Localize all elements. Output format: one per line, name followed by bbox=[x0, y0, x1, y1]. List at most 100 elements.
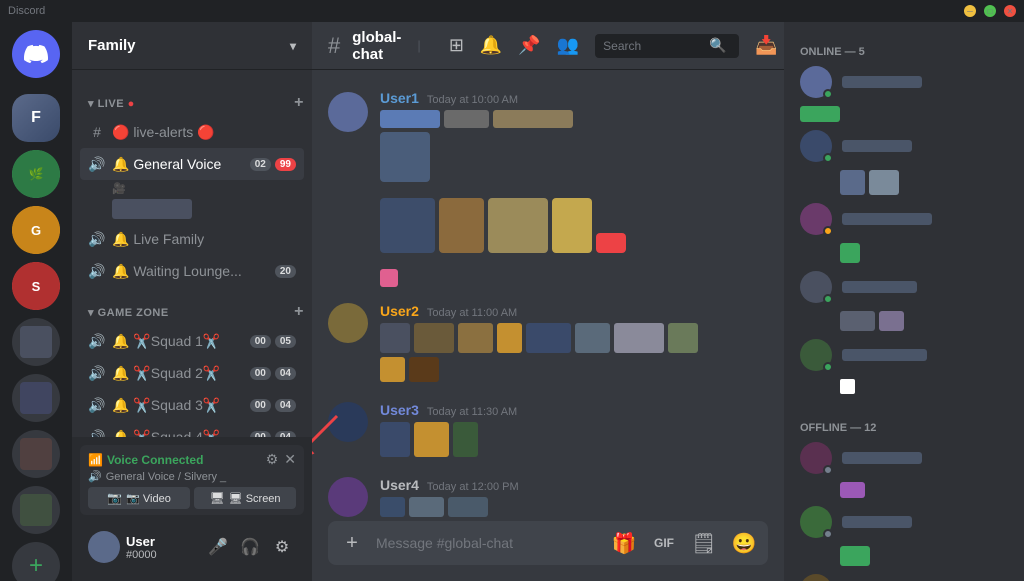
channel-waiting-lounge[interactable]: 🔊 🔔 Waiting Lounge... 20 bbox=[80, 255, 304, 287]
server-6[interactable] bbox=[12, 374, 60, 422]
sticker-icon[interactable]: 🗒 bbox=[688, 527, 720, 559]
gift-icon[interactable]: 🎁 bbox=[608, 527, 640, 559]
member-avatar bbox=[800, 66, 832, 98]
add-server-button[interactable]: + bbox=[12, 542, 60, 581]
search-input[interactable] bbox=[603, 39, 703, 53]
threads-icon[interactable]: ⊞ bbox=[449, 35, 464, 56]
speaker-icon: 🔊 bbox=[88, 263, 106, 280]
member-item[interactable] bbox=[792, 438, 1016, 478]
member-item[interactable] bbox=[792, 199, 1016, 239]
channel-squad1[interactable]: 🔊 🔔 ✂️Squad 1✂️ 00 05 bbox=[80, 325, 304, 357]
server-list: F 🌿 G S + bbox=[0, 22, 72, 581]
notifications-icon[interactable]: 🔔 bbox=[480, 35, 502, 56]
category-live[interactable]: ▾ LIVE ● + bbox=[72, 78, 312, 116]
color-block bbox=[409, 497, 444, 517]
voice-panel: 📶 Voice Connected ⚙ ✕ 🔊 General Voice / … bbox=[72, 437, 312, 581]
server-8[interactable] bbox=[12, 486, 60, 534]
user-panel: User #0000 🎤 🎧 ⚙ bbox=[80, 521, 304, 573]
avatar-spacer bbox=[328, 198, 368, 253]
titlebar: Discord ─ □ ✕ bbox=[0, 0, 1024, 22]
small-blocks bbox=[380, 422, 517, 457]
member-avatar bbox=[800, 339, 832, 371]
channel-squad3[interactable]: 🔊 🔔 ✂️Squad 3✂️ 00 04 bbox=[80, 389, 304, 421]
status-dot bbox=[823, 362, 833, 372]
message-header: User4 Today at 12:00 PM bbox=[380, 477, 519, 493]
channel-squad4[interactable]: 🔊 🔔 ✂️Squad 4✂️ 00 04 bbox=[80, 421, 304, 437]
add-content-button[interactable]: + bbox=[336, 527, 368, 559]
pin-icon[interactable]: 📌 bbox=[518, 35, 540, 56]
avatar-strip bbox=[112, 199, 192, 219]
avatar bbox=[328, 477, 368, 517]
add-channel-game-button[interactable]: + bbox=[294, 303, 304, 321]
emoji-icon[interactable]: 😀 bbox=[728, 527, 760, 559]
color-block bbox=[380, 269, 398, 287]
input-area: + 🎁 GIF 🗒 😀 bbox=[312, 521, 784, 581]
speaker-icon: 🔊 bbox=[88, 365, 106, 382]
member-item[interactable] bbox=[792, 126, 1016, 166]
channel-live-family[interactable]: 🔊 🔔 Live Family bbox=[80, 223, 304, 255]
mute-button[interactable]: 🎤 bbox=[204, 533, 232, 561]
add-channel-button[interactable]: + bbox=[294, 94, 304, 112]
deafen-button[interactable]: 🎧 bbox=[236, 533, 264, 561]
gif-button[interactable]: GIF bbox=[648, 527, 680, 559]
channel-header: # global-chat | Global Chat is also know… bbox=[312, 22, 784, 70]
message-content3: User3 Today at 11:30 AM bbox=[380, 402, 517, 457]
color-block bbox=[800, 106, 840, 122]
color-block bbox=[879, 311, 904, 331]
color-block bbox=[614, 323, 664, 353]
home-button[interactable] bbox=[12, 30, 60, 78]
video-button[interactable]: 📷 📷 Video bbox=[88, 487, 190, 509]
channel-squad2[interactable]: 🔊 🔔 ✂️Squad 2✂️ 00 04 bbox=[80, 357, 304, 389]
server-dropdown-icon: ▾ bbox=[290, 39, 296, 53]
category-game-zone[interactable]: ▾ GAME ZONE + bbox=[72, 287, 312, 325]
color-block bbox=[414, 323, 454, 353]
member-name-blur bbox=[842, 76, 922, 88]
voice-leave-icon[interactable]: ✕ bbox=[284, 451, 296, 468]
image-grid bbox=[380, 198, 626, 253]
color-block bbox=[575, 323, 610, 353]
message-input[interactable] bbox=[368, 535, 608, 551]
category-controls: + bbox=[294, 94, 304, 112]
maximize-button[interactable]: □ bbox=[984, 5, 996, 17]
member-item[interactable] bbox=[792, 62, 1016, 102]
status-dot bbox=[823, 89, 833, 99]
server-3[interactable]: G bbox=[12, 206, 60, 254]
server-family[interactable]: F bbox=[12, 94, 60, 142]
user-avatar bbox=[88, 531, 120, 563]
members-icon[interactable]: 👥 bbox=[557, 35, 579, 56]
channel-general-voice[interactable]: 🔊 🔔 General Voice 02 99 bbox=[80, 148, 304, 180]
color-block bbox=[448, 497, 488, 517]
member-item[interactable] bbox=[792, 267, 1016, 307]
minimize-button[interactable]: ─ bbox=[964, 5, 976, 17]
search-bar[interactable]: 🔍 bbox=[595, 34, 739, 58]
voice-hash-icon: 🔊 bbox=[88, 470, 102, 483]
message-area: User1 Today at 10:00 AM bbox=[312, 70, 784, 521]
voice-settings-icon[interactable]: ⚙ bbox=[266, 451, 279, 468]
inbox-icon[interactable]: 📥 bbox=[755, 35, 777, 56]
members-sidebar: ONLINE — 5 bbox=[784, 22, 1024, 581]
member-item[interactable] bbox=[792, 570, 1016, 581]
server-2[interactable]: 🌿 bbox=[12, 150, 60, 198]
color-block bbox=[458, 323, 493, 353]
close-button[interactable]: ✕ bbox=[1004, 5, 1016, 17]
user-tag: #0000 bbox=[126, 549, 198, 561]
screen-share-button[interactable]: 🖥 🖥 Screen bbox=[194, 487, 296, 509]
member-name-blur bbox=[842, 140, 912, 152]
server-5[interactable] bbox=[12, 318, 60, 366]
channel-badges: 00 04 bbox=[250, 367, 296, 380]
color-block bbox=[840, 379, 855, 394]
image-block bbox=[596, 233, 626, 253]
server-7[interactable] bbox=[12, 430, 60, 478]
message-content4: User4 Today at 12:00 PM bbox=[380, 477, 519, 521]
blurred-blocks bbox=[380, 497, 519, 517]
server-4[interactable]: S bbox=[12, 262, 60, 310]
user-settings-button[interactable]: ⚙ bbox=[268, 533, 296, 561]
small-block-row bbox=[328, 265, 768, 291]
channel-live-alerts[interactable]: # 🔴 live-alerts 🔴 bbox=[80, 116, 304, 148]
color-block bbox=[380, 422, 410, 457]
member-color-blocks bbox=[784, 102, 1024, 126]
member-avatar bbox=[800, 574, 832, 581]
server-header[interactable]: Family ▾ bbox=[72, 22, 312, 70]
member-item[interactable] bbox=[792, 335, 1016, 375]
member-item[interactable] bbox=[792, 502, 1016, 542]
